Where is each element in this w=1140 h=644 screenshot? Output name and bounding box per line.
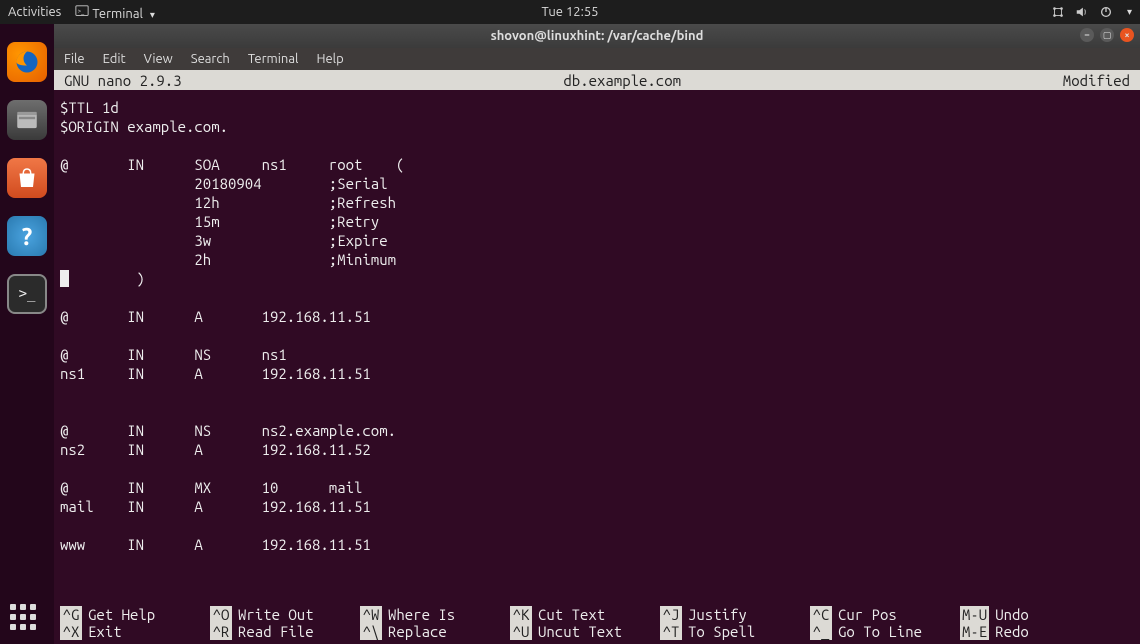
- gnome-topbar: Activities >_ Terminal ▾ Tue 12:55 ▾: [0, 0, 1140, 24]
- nano-shortcut: ^T To Spell: [660, 623, 810, 640]
- menu-help[interactable]: Help: [316, 52, 343, 66]
- chevron-down-icon: ▾: [150, 9, 155, 21]
- shortcut-label: Exit: [88, 623, 122, 640]
- clock[interactable]: Tue 12:55: [542, 5, 599, 19]
- window-title: shovon@linuxhint: /var/cache/bind: [491, 29, 704, 43]
- shortcut-key: ^J: [660, 606, 682, 623]
- shortcut-label: Redo: [995, 623, 1029, 640]
- nano-shortcut: ^W Where Is: [360, 606, 510, 623]
- maximize-button[interactable]: ▢: [1100, 28, 1114, 42]
- nano-filename: db.example.com: [186, 72, 1059, 89]
- dock-icon-help[interactable]: ?: [7, 216, 47, 256]
- terminal-window: shovon@linuxhint: /var/cache/bind – ▢ × …: [54, 24, 1140, 644]
- nano-shortcut: ^_ Go To Line: [810, 623, 960, 640]
- nano-shortcut: ^U Uncut Text: [510, 623, 660, 640]
- nano-shortcut: ^C Cur Pos: [810, 606, 960, 623]
- shortcut-label: Get Help: [88, 606, 155, 623]
- nano-shortcut-bar: ^G Get Help ^O Write Out ^W Where Is ^K Cut Tex…: [54, 604, 1140, 644]
- menu-file[interactable]: File: [64, 52, 85, 66]
- nano-modified-indicator: Modified: [1059, 72, 1134, 89]
- shortcut-key: ^K: [510, 606, 532, 623]
- shortcut-label: Cur Pos: [838, 606, 897, 623]
- menu-search[interactable]: Search: [191, 52, 230, 66]
- dock-icon-software[interactable]: [7, 158, 47, 198]
- shortcut-label: Undo: [995, 606, 1029, 623]
- firefox-icon: [13, 48, 41, 76]
- appmenu-label: Terminal: [92, 7, 143, 21]
- network-icon: [1051, 5, 1065, 19]
- shortcut-label: To Spell: [688, 623, 755, 640]
- shortcut-label: Go To Line: [838, 623, 922, 640]
- nano-shortcut: ^\ Replace: [360, 623, 510, 640]
- shortcut-label: Cut Text: [538, 606, 605, 623]
- shortcut-key: ^C: [810, 606, 832, 623]
- shortcut-key: ^W: [360, 606, 382, 623]
- status-area[interactable]: ▾: [1051, 5, 1132, 19]
- nano-shortcut: ^K Cut Text: [510, 606, 660, 623]
- shortcut-key: ^R: [210, 623, 232, 640]
- shortcut-label: Where Is: [388, 606, 455, 623]
- dock-icon-files[interactable]: [7, 100, 47, 140]
- nano-shortcut: ^G Get Help: [60, 606, 210, 623]
- nano-shortcut: ^O Write Out: [210, 606, 360, 623]
- prompt-icon: >_: [19, 286, 36, 302]
- activities-button[interactable]: Activities: [8, 5, 61, 19]
- nano-version: GNU nano 2.9.3: [60, 72, 186, 89]
- dock-icon-firefox[interactable]: [7, 42, 47, 82]
- shortcut-key: ^O: [210, 606, 232, 623]
- menu-terminal[interactable]: Terminal: [248, 52, 299, 66]
- files-icon: [14, 107, 40, 133]
- shortcut-key: ^\: [360, 623, 382, 640]
- svg-text:>_: >_: [78, 7, 85, 14]
- nano-header: GNU nano 2.9.3 db.example.com Modified: [54, 70, 1140, 90]
- close-button[interactable]: ×: [1120, 28, 1134, 42]
- shortcut-key: ^T: [660, 623, 682, 640]
- appmenu-terminal[interactable]: >_ Terminal ▾: [75, 4, 155, 21]
- shortcut-key: M-U: [960, 606, 989, 623]
- shortcut-label: Write Out: [238, 606, 314, 623]
- chevron-down-icon: ▾: [1127, 6, 1132, 18]
- shortcut-key: ^U: [510, 623, 532, 640]
- terminal-icon: >_: [75, 4, 89, 18]
- shortcut-label: Read File: [238, 623, 314, 640]
- shopping-bag-icon: [15, 166, 39, 190]
- menu-edit[interactable]: Edit: [103, 52, 126, 66]
- menu-view[interactable]: View: [144, 52, 173, 66]
- shortcut-key: M-E: [960, 623, 989, 640]
- nano-editor-area[interactable]: $TTL 1d $ORIGIN example.com. @ IN SOA ns…: [54, 90, 1140, 604]
- question-icon: ?: [22, 223, 33, 250]
- window-titlebar: shovon@linuxhint: /var/cache/bind – ▢ ×: [54, 24, 1140, 48]
- dock-icon-terminal[interactable]: >_: [7, 274, 47, 314]
- nano-shortcut: ^X Exit: [60, 623, 210, 640]
- volume-icon: [1075, 5, 1089, 19]
- shortcut-key: ^X: [60, 623, 82, 640]
- text-cursor: [60, 270, 69, 287]
- nano-shortcut: ^R Read File: [210, 623, 360, 640]
- nano-shortcut: ^J Justify: [660, 606, 810, 623]
- shortcut-label: Justify: [688, 606, 747, 623]
- power-icon: [1099, 5, 1113, 19]
- shortcut-key: ^G: [60, 606, 82, 623]
- show-applications-button[interactable]: [10, 604, 40, 634]
- terminal-menubar: File Edit View Search Terminal Help: [54, 48, 1140, 70]
- shortcut-key: ^_: [810, 623, 832, 640]
- minimize-button[interactable]: –: [1080, 28, 1094, 42]
- shortcut-label: Replace: [388, 623, 447, 640]
- nano-shortcut: M-U Undo: [960, 606, 1110, 623]
- shortcut-label: Uncut Text: [538, 623, 622, 640]
- dock: ? >_: [0, 24, 54, 644]
- nano-shortcut: M-E Redo: [960, 623, 1110, 640]
